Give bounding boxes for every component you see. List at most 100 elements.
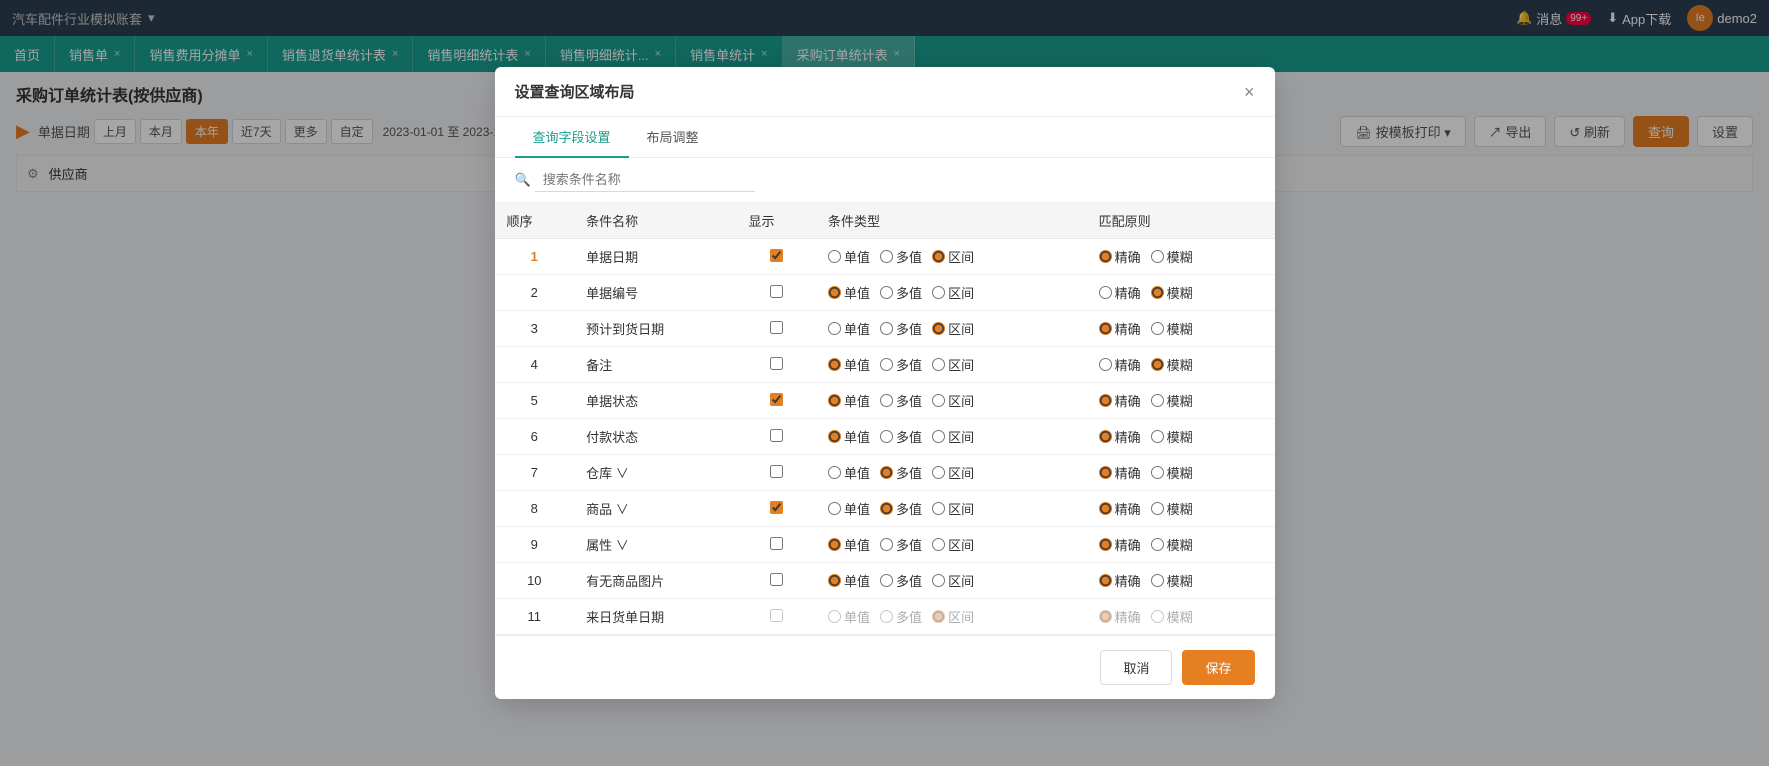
- type-radio-多值[interactable]: 多值: [880, 571, 922, 590]
- row-name: 单据编号: [574, 275, 736, 311]
- type-radio-区间[interactable]: 区间: [932, 607, 974, 626]
- match-radio-精确[interactable]: 精确: [1099, 499, 1141, 518]
- type-radio-区间[interactable]: 区间: [932, 283, 974, 302]
- match-radio-精确[interactable]: 精确: [1099, 247, 1141, 266]
- row-match: 精确模糊: [1087, 275, 1275, 311]
- search-input[interactable]: [535, 168, 755, 192]
- modal-overlay[interactable]: 设置查询区域布局 × 查询字段设置 布局调整 🔍 顺序 条件名称 显示: [0, 0, 1769, 766]
- match-radio-模糊[interactable]: 模糊: [1151, 391, 1193, 410]
- type-radio-单值[interactable]: 单值: [828, 427, 870, 446]
- match-radio-精确[interactable]: 精确: [1099, 391, 1141, 410]
- type-radio-单值[interactable]: 单值: [828, 319, 870, 338]
- type-radio-区间[interactable]: 区间: [932, 535, 974, 554]
- match-radio-模糊[interactable]: 模糊: [1151, 499, 1193, 518]
- type-radio-区间[interactable]: 区间: [932, 319, 974, 338]
- type-radio-单值[interactable]: 单值: [828, 463, 870, 482]
- match-radio-模糊[interactable]: 模糊: [1151, 571, 1193, 590]
- row-match: 精确模糊: [1087, 311, 1275, 347]
- row-display[interactable]: [736, 491, 816, 527]
- display-checkbox[interactable]: [770, 465, 783, 478]
- match-radio-精确[interactable]: 精确: [1099, 283, 1141, 302]
- row-name: 单据状态: [574, 383, 736, 419]
- match-radio-模糊[interactable]: 模糊: [1151, 283, 1193, 302]
- row-display[interactable]: [736, 275, 816, 311]
- row-match: 精确模糊: [1087, 239, 1275, 275]
- row-display[interactable]: [736, 527, 816, 563]
- match-radio-精确[interactable]: 精确: [1099, 463, 1141, 482]
- type-radio-多值[interactable]: 多值: [880, 499, 922, 518]
- match-radio-精确[interactable]: 精确: [1099, 427, 1141, 446]
- match-radio-精确[interactable]: 精确: [1099, 571, 1141, 590]
- type-radio-单值[interactable]: 单值: [828, 391, 870, 410]
- modal-dialog: 设置查询区域布局 × 查询字段设置 布局调整 🔍 顺序 条件名称 显示: [495, 67, 1275, 699]
- type-radio-区间[interactable]: 区间: [932, 355, 974, 374]
- type-radio-区间[interactable]: 区间: [932, 427, 974, 446]
- type-radio-单值[interactable]: 单值: [828, 535, 870, 554]
- display-checkbox[interactable]: [770, 573, 783, 586]
- row-display[interactable]: [736, 311, 816, 347]
- row-match: 精确模糊: [1087, 419, 1275, 455]
- display-checkbox[interactable]: [770, 393, 783, 406]
- modal-close-button[interactable]: ×: [1244, 83, 1255, 101]
- type-radio-区间[interactable]: 区间: [932, 499, 974, 518]
- cancel-button[interactable]: 取消: [1100, 650, 1172, 685]
- display-checkbox[interactable]: [770, 285, 783, 298]
- row-display[interactable]: [736, 563, 816, 599]
- save-button[interactable]: 保存: [1182, 650, 1254, 685]
- type-radio-区间[interactable]: 区间: [932, 391, 974, 410]
- row-display[interactable]: [736, 455, 816, 491]
- type-radio-单值[interactable]: 单值: [828, 607, 870, 626]
- display-checkbox[interactable]: [770, 501, 783, 514]
- match-radio-模糊[interactable]: 模糊: [1151, 535, 1193, 554]
- display-checkbox[interactable]: [770, 357, 783, 370]
- match-radio-模糊[interactable]: 模糊: [1151, 607, 1193, 626]
- display-checkbox[interactable]: [770, 321, 783, 334]
- match-radio-精确[interactable]: 精确: [1099, 607, 1141, 626]
- type-radio-多值[interactable]: 多值: [880, 463, 922, 482]
- match-radio-精确[interactable]: 精确: [1099, 535, 1141, 554]
- row-name: 付款状态: [574, 419, 736, 455]
- match-radio-模糊[interactable]: 模糊: [1151, 427, 1193, 446]
- row-display[interactable]: [736, 347, 816, 383]
- display-checkbox[interactable]: [770, 537, 783, 550]
- type-radio-多值[interactable]: 多值: [880, 283, 922, 302]
- type-radio-单值[interactable]: 单值: [828, 571, 870, 590]
- type-radio-多值[interactable]: 多值: [880, 607, 922, 626]
- row-name: 预计到货日期: [574, 311, 736, 347]
- type-radio-多值[interactable]: 多值: [880, 319, 922, 338]
- type-radio-单值[interactable]: 单值: [828, 499, 870, 518]
- row-display[interactable]: [736, 383, 816, 419]
- type-radio-单值[interactable]: 单值: [828, 355, 870, 374]
- col-display-header: 显示: [736, 203, 816, 239]
- row-name: 有无商品图片: [574, 563, 736, 599]
- type-radio-区间[interactable]: 区间: [932, 463, 974, 482]
- modal-tab-layout[interactable]: 布局调整: [629, 117, 717, 158]
- row-name: 仓库 ∨: [574, 455, 736, 491]
- type-radio-多值[interactable]: 多值: [880, 247, 922, 266]
- type-radio-单值[interactable]: 单值: [828, 283, 870, 302]
- match-radio-精确[interactable]: 精确: [1099, 355, 1141, 374]
- type-radio-区间[interactable]: 区间: [932, 247, 974, 266]
- match-radio-模糊[interactable]: 模糊: [1151, 463, 1193, 482]
- type-radio-区间[interactable]: 区间: [932, 571, 974, 590]
- row-name: 单据日期: [574, 239, 736, 275]
- row-display[interactable]: [736, 239, 816, 275]
- type-radio-多值[interactable]: 多值: [880, 427, 922, 446]
- modal-tab-fields[interactable]: 查询字段设置: [515, 117, 629, 158]
- match-radio-模糊[interactable]: 模糊: [1151, 247, 1193, 266]
- match-radio-精确[interactable]: 精确: [1099, 319, 1141, 338]
- display-checkbox[interactable]: [770, 609, 783, 622]
- match-radio-模糊[interactable]: 模糊: [1151, 355, 1193, 374]
- match-radio-模糊[interactable]: 模糊: [1151, 319, 1193, 338]
- row-display[interactable]: [736, 599, 816, 635]
- modal-table: 顺序 条件名称 显示 条件类型 匹配原则 1单据日期单值多值区间精确模糊2单据编…: [495, 203, 1275, 635]
- display-checkbox[interactable]: [770, 429, 783, 442]
- type-radio-多值[interactable]: 多值: [880, 355, 922, 374]
- type-radio-单值[interactable]: 单值: [828, 247, 870, 266]
- display-checkbox[interactable]: [770, 249, 783, 262]
- row-type: 单值多值区间: [816, 239, 1087, 275]
- type-radio-多值[interactable]: 多值: [880, 535, 922, 554]
- type-radio-多值[interactable]: 多值: [880, 391, 922, 410]
- row-display[interactable]: [736, 419, 816, 455]
- col-type-header: 条件类型: [816, 203, 1087, 239]
